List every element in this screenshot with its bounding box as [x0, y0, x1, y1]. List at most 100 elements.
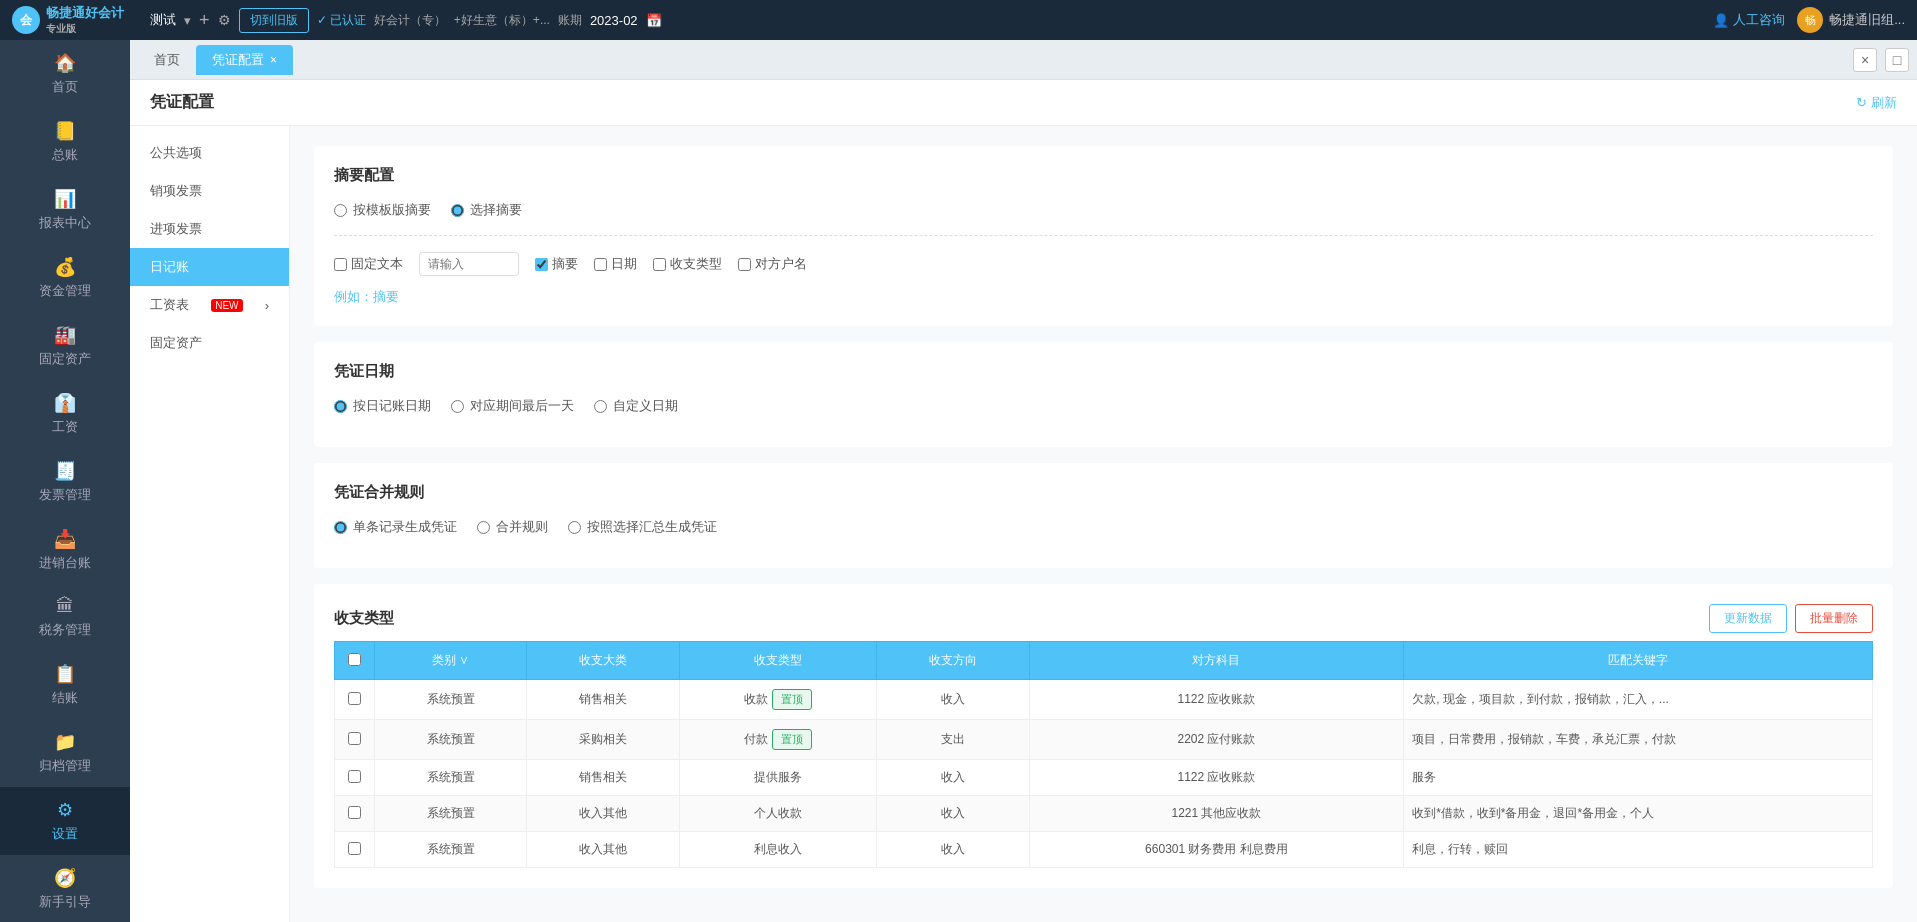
- left-nav-journal[interactable]: 日记账: [130, 248, 289, 286]
- switch-old-btn[interactable]: 切到旧版: [239, 8, 309, 33]
- consult-btn[interactable]: 👤 人工咨询: [1713, 11, 1785, 29]
- table-row: 系统预置 收入其他 个人收款 收入 1221 其他应收款 收到*借款，收到*备用…: [335, 796, 1873, 832]
- cell-subject-4: 1221 其他应收款: [1029, 796, 1403, 832]
- table-actions: 更新数据 批量删除: [1709, 604, 1873, 633]
- fixed-text-input[interactable]: [419, 252, 519, 276]
- sidebar-item-archive[interactable]: 📁 归档管理: [0, 719, 130, 787]
- left-nav-purchase-invoice[interactable]: 进项发票: [130, 210, 289, 248]
- radio-merge-rules[interactable]: 合并规则: [477, 518, 548, 536]
- settings-icon: ⚙: [57, 799, 73, 821]
- checkbox-summary[interactable]: 摘要: [535, 255, 578, 273]
- cell-direction-4: 收入: [877, 796, 1029, 832]
- radio-single-record[interactable]: 单条记录生成凭证: [334, 518, 457, 536]
- radio-select-summary[interactable]: 选择摘要: [451, 201, 522, 219]
- maximize-btn[interactable]: □: [1885, 48, 1909, 72]
- two-col-layout: 公共选项 销项发票 进项发票 日记账 工资表 NEW ›: [130, 126, 1917, 922]
- logo: 会 畅捷通好会计 专业版: [12, 4, 142, 36]
- left-nav-fixed-asset[interactable]: 固定资产: [130, 324, 289, 362]
- select-all-checkbox[interactable]: [348, 653, 361, 666]
- sidebar-label-archive: 归档管理: [39, 757, 91, 775]
- cell-subject-2: 2202 应付账款: [1029, 720, 1403, 760]
- archive-icon: 📁: [54, 731, 76, 753]
- sidebar-item-salary[interactable]: 👔 工资: [0, 380, 130, 448]
- row-checkbox-4[interactable]: [348, 806, 361, 819]
- tax-icon: 🏛: [56, 596, 74, 617]
- cell-direction-3: 收入: [877, 760, 1029, 796]
- radio-custom-date[interactable]: 自定义日期: [594, 397, 678, 415]
- left-nav-sales-invoice[interactable]: 销项发票: [130, 172, 289, 210]
- sidebar-item-guide[interactable]: 🧭 新手引导: [0, 855, 130, 922]
- radio-journal-date[interactable]: 按日记账日期: [334, 397, 431, 415]
- radio-template-summary[interactable]: 按模板版摘要: [334, 201, 431, 219]
- dropdown-icon[interactable]: ▾: [184, 13, 191, 28]
- sidebar-item-ledger[interactable]: 📒 总账: [0, 108, 130, 176]
- cell-keywords-1: 欠款, 现金，项目款，到付款，报销款，汇入，...: [1404, 680, 1873, 720]
- income-expense-table: 类别 ∨ 收支大类 收支类型 收支方向 对方科目 匹配关键字: [334, 641, 1873, 868]
- sidebar-item-tax[interactable]: 🏛 税务管理: [0, 584, 130, 651]
- col-keywords: 匹配关键字: [1404, 642, 1873, 680]
- radio-select-summary-gen[interactable]: 按照选择汇总生成凭证: [568, 518, 717, 536]
- sidebar-label-guide: 新手引导: [39, 893, 91, 911]
- cell-keywords-3: 服务: [1404, 760, 1873, 796]
- tab-voucher-config[interactable]: 凭证配置 ×: [196, 45, 293, 75]
- user-menu[interactable]: 畅 畅捷通旧组...: [1797, 7, 1905, 33]
- settings-btn[interactable]: ⚙: [218, 12, 231, 28]
- sidebar-item-close[interactable]: 📋 结账: [0, 651, 130, 719]
- row-checkbox-3[interactable]: [348, 770, 361, 783]
- sidebar-label-fixed-assets: 固定资产: [39, 350, 91, 368]
- refresh-btn[interactable]: ↻ 刷新: [1856, 94, 1897, 112]
- cell-category-2: 系统预置: [375, 720, 527, 760]
- checkbox-fixed-text[interactable]: 固定文本: [334, 255, 403, 273]
- plus-btn[interactable]: +: [199, 10, 210, 31]
- voucher-date-section: 凭证日期 按日记账日期 对应期间最后一天: [314, 342, 1893, 447]
- cell-major-1: 销售相关: [527, 680, 679, 720]
- main-layout: 🏠 首页 📒 总账 📊 报表中心 💰 资金管理 🏭 固定资产 👔 工资 🧾 发票…: [0, 40, 1917, 922]
- cell-major-5: 收入其他: [527, 832, 679, 868]
- top-bar: 会 畅捷通好会计 专业版 测试 ▾ + ⚙ 切到旧版 ✓ 已认证 好会计（专） …: [0, 0, 1917, 40]
- batch-delete-btn[interactable]: 批量删除: [1795, 604, 1873, 633]
- row-checkbox-1[interactable]: [348, 692, 361, 705]
- sidebar-item-invoices[interactable]: 🧾 发票管理: [0, 448, 130, 516]
- home-icon: 🏠: [54, 52, 76, 74]
- logo-text: 畅捷通好会计: [46, 4, 124, 22]
- page-header: 凭证配置 ↻ 刷新: [130, 80, 1917, 126]
- left-nav-payroll[interactable]: 工资表 NEW ›: [130, 286, 289, 324]
- fixed-assets-icon: 🏭: [54, 324, 76, 346]
- certified-tag: ✓ 已认证: [317, 12, 366, 29]
- row-checkbox-5[interactable]: [348, 842, 361, 855]
- test-label: 测试: [150, 11, 176, 29]
- cell-subject-3: 1122 应收账款: [1029, 760, 1403, 796]
- col-subject: 对方科目: [1029, 642, 1403, 680]
- reports-icon: 📊: [54, 188, 76, 210]
- tab-home[interactable]: 首页: [138, 45, 196, 75]
- purchase-sales-icon: 📥: [54, 528, 76, 550]
- tab-close-icon[interactable]: ×: [270, 53, 277, 67]
- close-window-btn[interactable]: ×: [1853, 48, 1877, 72]
- row-checkbox-2[interactable]: [348, 732, 361, 745]
- sidebar-label-reports: 报表中心: [39, 214, 91, 232]
- cell-direction-2: 支出: [877, 720, 1029, 760]
- cell-type-4: 个人收款: [679, 796, 877, 832]
- table-row: 系统预置 销售相关 收款 置顶 收入 1122 应收账款 欠款, 现金，项目款，…: [335, 680, 1873, 720]
- user-label: 畅捷通旧组...: [1829, 11, 1905, 29]
- left-nav-public[interactable]: 公共选项: [130, 134, 289, 172]
- sidebar-item-purchase-sales[interactable]: 📥 进销台账: [0, 516, 130, 584]
- sidebar-item-reports[interactable]: 📊 报表中心: [0, 176, 130, 244]
- cell-subject-5: 660301 财务费用 利息费用: [1029, 832, 1403, 868]
- checkbox-date[interactable]: 日期: [594, 255, 637, 273]
- top-bar-center: 测试 ▾ + ⚙ 切到旧版 ✓ 已认证 好会计（专） +好生意（标）+... 账…: [150, 8, 1705, 33]
- sidebar-item-settings[interactable]: ⚙ 设置: [0, 787, 130, 855]
- table-header: 收支类型 更新数据 批量删除: [334, 604, 1873, 633]
- checkbox-other-party[interactable]: 对方户名: [738, 255, 807, 273]
- voucher-date-title: 凭证日期: [334, 362, 1873, 381]
- update-data-btn[interactable]: 更新数据: [1709, 604, 1787, 633]
- checkbox-pay-type[interactable]: 收支类型: [653, 255, 722, 273]
- sidebar-item-home[interactable]: 🏠 首页: [0, 40, 130, 108]
- col-direction: 收支方向: [877, 642, 1029, 680]
- sidebar-label-home: 首页: [52, 78, 78, 96]
- sidebar-item-funds[interactable]: 💰 资金管理: [0, 244, 130, 312]
- cell-category-1: 系统预置: [375, 680, 527, 720]
- left-nav: 公共选项 销项发票 进项发票 日记账 工资表 NEW ›: [130, 126, 290, 922]
- radio-period-last-day[interactable]: 对应期间最后一天: [451, 397, 574, 415]
- sidebar-item-fixed-assets[interactable]: 🏭 固定资产: [0, 312, 130, 380]
